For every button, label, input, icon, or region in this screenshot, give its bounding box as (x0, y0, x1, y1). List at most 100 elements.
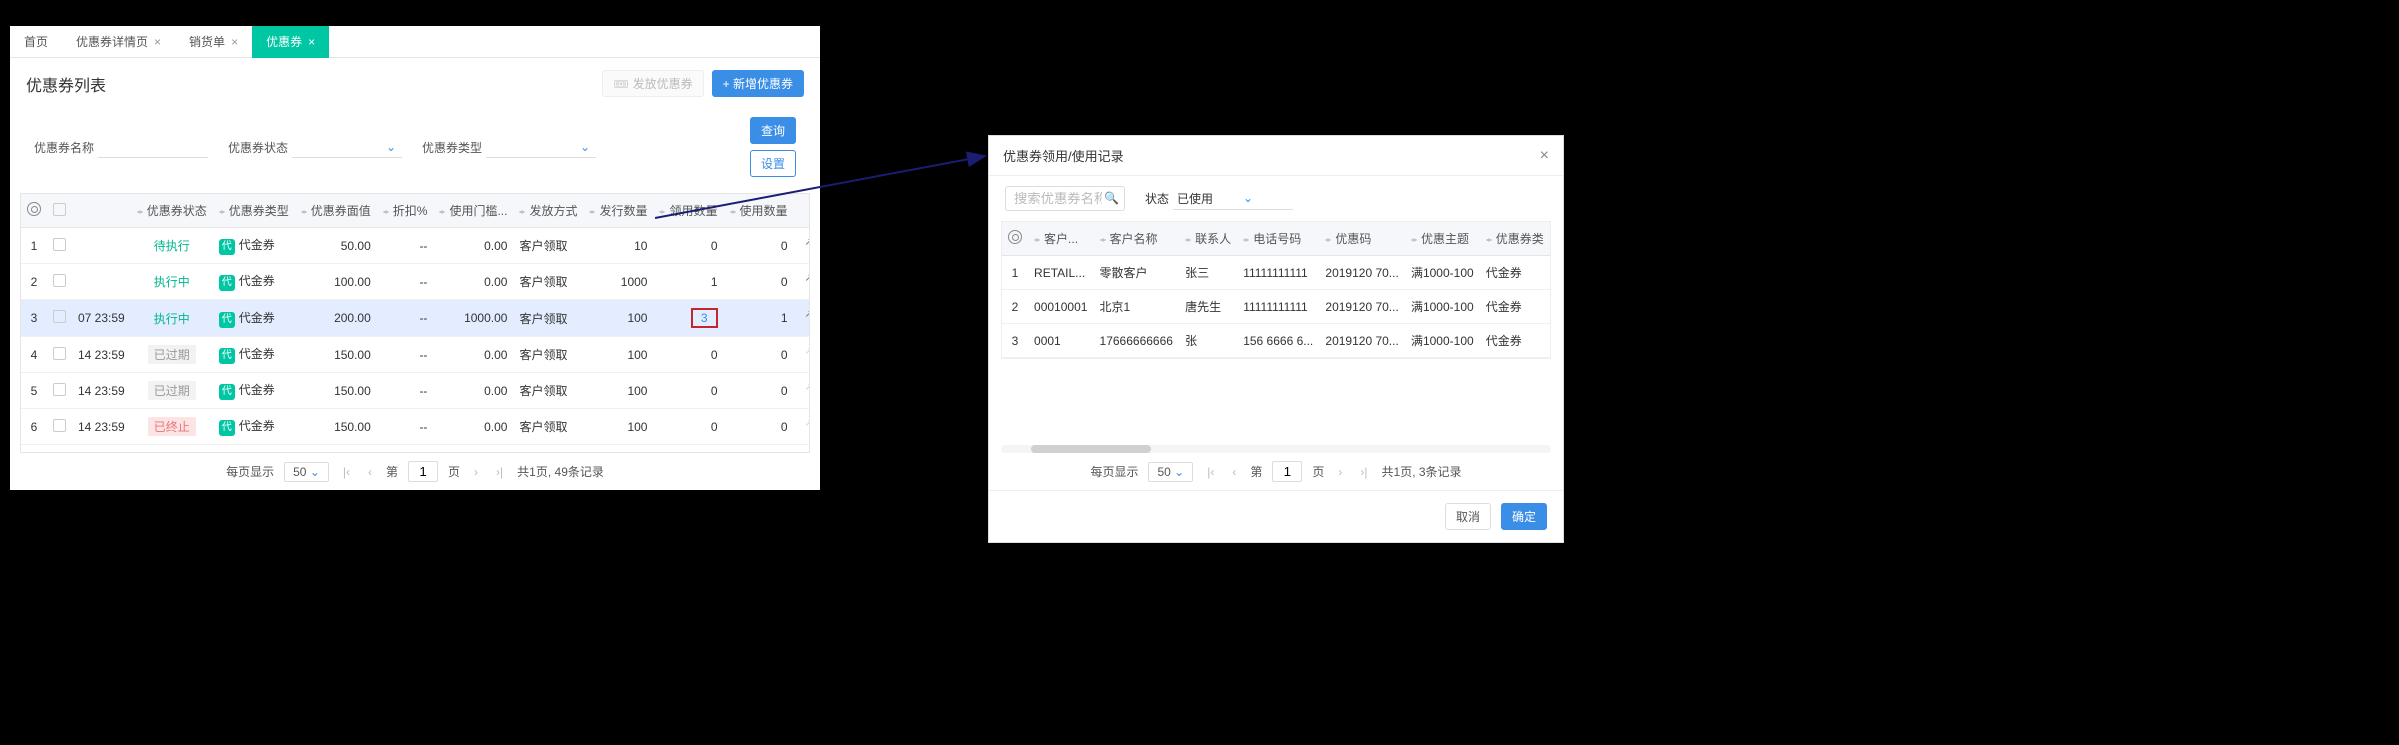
row-face: 150.00 (295, 409, 377, 445)
col-claimed[interactable]: 领用数量 (653, 194, 723, 228)
row-actions (794, 445, 810, 454)
row-checkbox[interactable] (53, 419, 66, 432)
last-page-button[interactable]: ›| (492, 465, 507, 479)
page-input[interactable] (1272, 461, 1302, 482)
filter-type-select[interactable]: ⌄ (486, 137, 596, 158)
col-cust-code[interactable]: 客户... (1028, 222, 1094, 256)
row-checkbox[interactable] (53, 238, 66, 251)
gear-icon[interactable] (1008, 230, 1022, 244)
col-status[interactable]: 优惠券状态 (131, 194, 213, 228)
tab-sales[interactable]: 销货单 × (175, 26, 252, 58)
next-page-button[interactable]: › (1334, 465, 1346, 479)
close-icon[interactable]: × (308, 35, 315, 49)
row-claimed[interactable]: 0 (653, 337, 723, 373)
horizontal-scrollbar[interactable] (1001, 445, 1551, 453)
col-contact[interactable]: 联系人 (1179, 222, 1237, 256)
prev-page-button[interactable]: ‹ (364, 465, 376, 479)
close-icon[interactable]: × (231, 35, 238, 49)
row-claimed[interactable]: 0 (653, 228, 723, 264)
row-claimed[interactable]: 3 (653, 300, 723, 337)
tab-coupon[interactable]: 优惠券× (252, 26, 329, 58)
cancel-button[interactable]: 取消 (1445, 503, 1491, 530)
query-button[interactable]: 查询 (750, 117, 796, 144)
table-row[interactable]: 2 00010001 北京1 唐先生 11111111111 2019120 7… (1002, 290, 1550, 324)
per-page-select[interactable]: 50 ⌄ (284, 462, 329, 482)
table-row[interactable]: 3 07 23:59 执行中 代代金券 200.00 -- 1000.00 客户… (21, 300, 810, 337)
settings-button[interactable]: 设置 (750, 150, 796, 177)
col-coupon-code[interactable]: 优惠码 (1319, 222, 1405, 256)
row-claimed[interactable]: 1 (653, 264, 723, 300)
claimed-link[interactable]: 3 (691, 308, 718, 328)
row-no: 2 (21, 264, 47, 300)
tab-label: 优惠券详情页 (76, 33, 148, 50)
row-type: 代代金券 (213, 373, 295, 409)
filter-name-input[interactable] (98, 136, 208, 158)
row-claimed[interactable]: 0 (653, 445, 723, 454)
next-page-button[interactable]: › (470, 465, 482, 479)
col-used[interactable]: 使用数量 (724, 194, 794, 228)
row-used: 1 (724, 300, 794, 337)
close-icon[interactable]: × (154, 35, 161, 49)
col-cust-name[interactable]: 客户名称 (1094, 222, 1180, 256)
col-type[interactable]: 优惠券类 (1480, 222, 1550, 256)
last-page-button[interactable]: ›| (1356, 465, 1371, 479)
open-icon[interactable] (803, 312, 810, 326)
open-icon[interactable] (803, 276, 810, 290)
tab-home[interactable]: 首页 (10, 26, 62, 58)
filter-status-select[interactable]: ⌄ (292, 137, 402, 158)
row-checkbox[interactable] (53, 383, 66, 396)
row-phone: 11111111111 (1237, 290, 1319, 324)
per-page-select[interactable]: 50 ⌄ (1148, 462, 1193, 482)
row-used: 0 (724, 337, 794, 373)
search-icon[interactable]: 🔍 (1104, 191, 1119, 205)
table-row[interactable]: 7 14 23:59 待发布 代代金券 150.00 -- 0.00 客户领取 … (21, 445, 810, 454)
row-threshold: 0.00 (433, 337, 513, 373)
row-issued: 10 (583, 228, 653, 264)
col-method[interactable]: 发放方式 (513, 194, 583, 228)
close-icon[interactable]: × (1540, 147, 1549, 165)
row-type: 代金券 (1480, 324, 1550, 358)
col-type[interactable]: 优惠券类型 (213, 194, 295, 228)
page-input[interactable] (408, 461, 438, 482)
col-issued[interactable]: 发行数量 (583, 194, 653, 228)
row-checkbox[interactable] (53, 274, 66, 287)
row-claimed[interactable]: 0 (653, 373, 723, 409)
table-row[interactable]: 6 14 23:59 已终止 代代金券 150.00 -- 0.00 客户领取 … (21, 409, 810, 445)
row-claimed[interactable]: 0 (653, 409, 723, 445)
row-issued: 1000 (583, 264, 653, 300)
modal-status-select[interactable]: 已使用⌄ (1173, 188, 1293, 210)
col-discount[interactable]: 折扣% (377, 194, 434, 228)
col-phone[interactable]: 电话号码 (1237, 222, 1319, 256)
prev-page-button[interactable]: ‹ (1228, 465, 1240, 479)
table-row[interactable]: 5 14 23:59 已过期 代代金券 150.00 -- 0.00 客户领取 … (21, 373, 810, 409)
tab-coupon-detail[interactable]: 优惠券详情页 × (62, 26, 175, 58)
table-row[interactable]: 4 14 23:59 已过期 代代金券 150.00 -- 0.00 客户领取 … (21, 337, 810, 373)
col-face[interactable]: 优惠券面值 (295, 194, 377, 228)
row-checkbox[interactable] (53, 347, 66, 360)
tab-label: 销货单 (189, 33, 225, 50)
confirm-button[interactable]: 确定 (1501, 503, 1547, 530)
add-coupon-button[interactable]: + 新增优惠券 (712, 70, 804, 97)
table-row[interactable]: 3 0001 17666666666 张 156 6666 6... 20191… (1002, 324, 1550, 358)
gear-icon[interactable] (27, 202, 41, 216)
type-badge-icon: 代 (219, 239, 235, 255)
first-page-button[interactable]: |‹ (1203, 465, 1218, 479)
usage-record-modal: 优惠券领用/使用记录 × 🔍 状态 已使用⌄ 客户... 客户名称 联系人 电话… (988, 135, 1564, 543)
row-discount: -- (377, 228, 434, 264)
row-no: 5 (21, 373, 47, 409)
row-time: 14 23:59 (72, 337, 131, 373)
col-threshold[interactable]: 使用门槛... (433, 194, 513, 228)
row-phone: 11111111111 (1237, 256, 1319, 290)
row-time: 14 23:59 (72, 409, 131, 445)
row-checkbox[interactable] (53, 310, 66, 323)
table-row[interactable]: 2 执行中 代代金券 100.00 -- 0.00 客户领取 1000 1 0 (21, 264, 810, 300)
open-icon[interactable] (803, 240, 810, 254)
table-row[interactable]: 1 RETAIL... 零散客户 张三 11111111111 2019120 … (1002, 256, 1550, 290)
table-row[interactable]: 1 待执行 代代金券 50.00 -- 0.00 客户领取 10 0 0 (21, 228, 810, 264)
select-all-checkbox[interactable] (53, 203, 66, 216)
col-subject[interactable]: 优惠主题 (1405, 222, 1480, 256)
coupon-table: 优惠券状态 优惠券类型 优惠券面值 折扣% 使用门槛... 发放方式 发行数量 … (21, 194, 810, 453)
status-badge: 已终止 (148, 417, 196, 436)
first-page-button[interactable]: |‹ (339, 465, 354, 479)
open-icon (803, 421, 810, 435)
